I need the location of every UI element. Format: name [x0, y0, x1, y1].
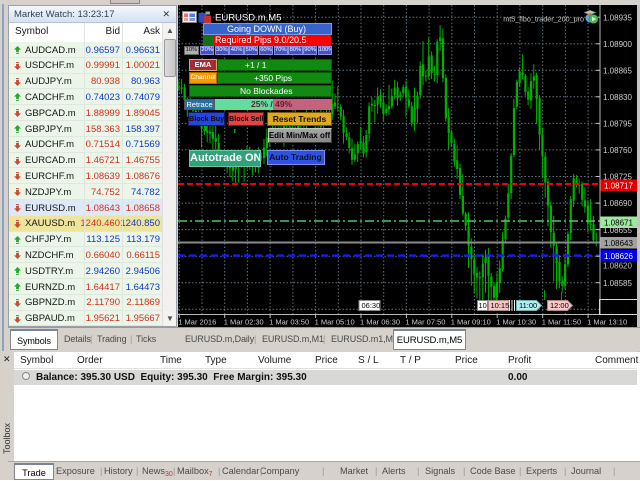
svg-text:1.08620: 1.08620 [603, 262, 632, 271]
svg-text:1.08865: 1.08865 [603, 67, 632, 76]
svg-text:1 Mar 09:10: 1 Mar 09:10 [451, 318, 491, 327]
svg-text:1.08626: 1.08626 [604, 252, 633, 261]
svg-text:10:15: 10:15 [491, 301, 510, 310]
svg-text:1 Mar 13:10: 1 Mar 13:10 [587, 318, 627, 327]
svg-text:1 Mar 05:10: 1 Mar 05:10 [315, 318, 355, 327]
svg-text:1 Mar 2016: 1 Mar 2016 [178, 318, 216, 327]
svg-text:1.08830: 1.08830 [603, 93, 632, 102]
svg-text:1 Mar 07:50: 1 Mar 07:50 [405, 318, 445, 327]
svg-text:mt5_fibo_trader_200_pro: mt5_fibo_trader_200_pro [503, 15, 584, 24]
svg-text:1.08717: 1.08717 [604, 182, 633, 191]
svg-text:10: 10 [479, 301, 487, 310]
svg-text:1.08690: 1.08690 [603, 199, 632, 208]
svg-text:1.08935: 1.08935 [603, 13, 632, 22]
svg-text:1 Mar 03:50: 1 Mar 03:50 [269, 318, 309, 327]
svg-text:1.08900: 1.08900 [603, 40, 632, 49]
svg-text:12:00: 12:00 [550, 301, 569, 310]
svg-text:1 Mar 02:30: 1 Mar 02:30 [224, 318, 264, 327]
svg-text:06:30: 06:30 [362, 301, 381, 310]
svg-text:1.08643: 1.08643 [604, 239, 633, 248]
svg-text:1 Mar 11:50: 1 Mar 11:50 [542, 318, 581, 327]
svg-text:11:00: 11:00 [519, 301, 537, 310]
svg-text:1.08671: 1.08671 [604, 219, 633, 228]
svg-text:1.08760: 1.08760 [603, 146, 632, 155]
svg-text:1 Mar 06:30: 1 Mar 06:30 [360, 318, 400, 327]
svg-text:1.08795: 1.08795 [603, 120, 632, 129]
svg-text:1 Mar 10:30: 1 Mar 10:30 [496, 318, 536, 327]
svg-text:1.08585: 1.08585 [603, 279, 632, 288]
